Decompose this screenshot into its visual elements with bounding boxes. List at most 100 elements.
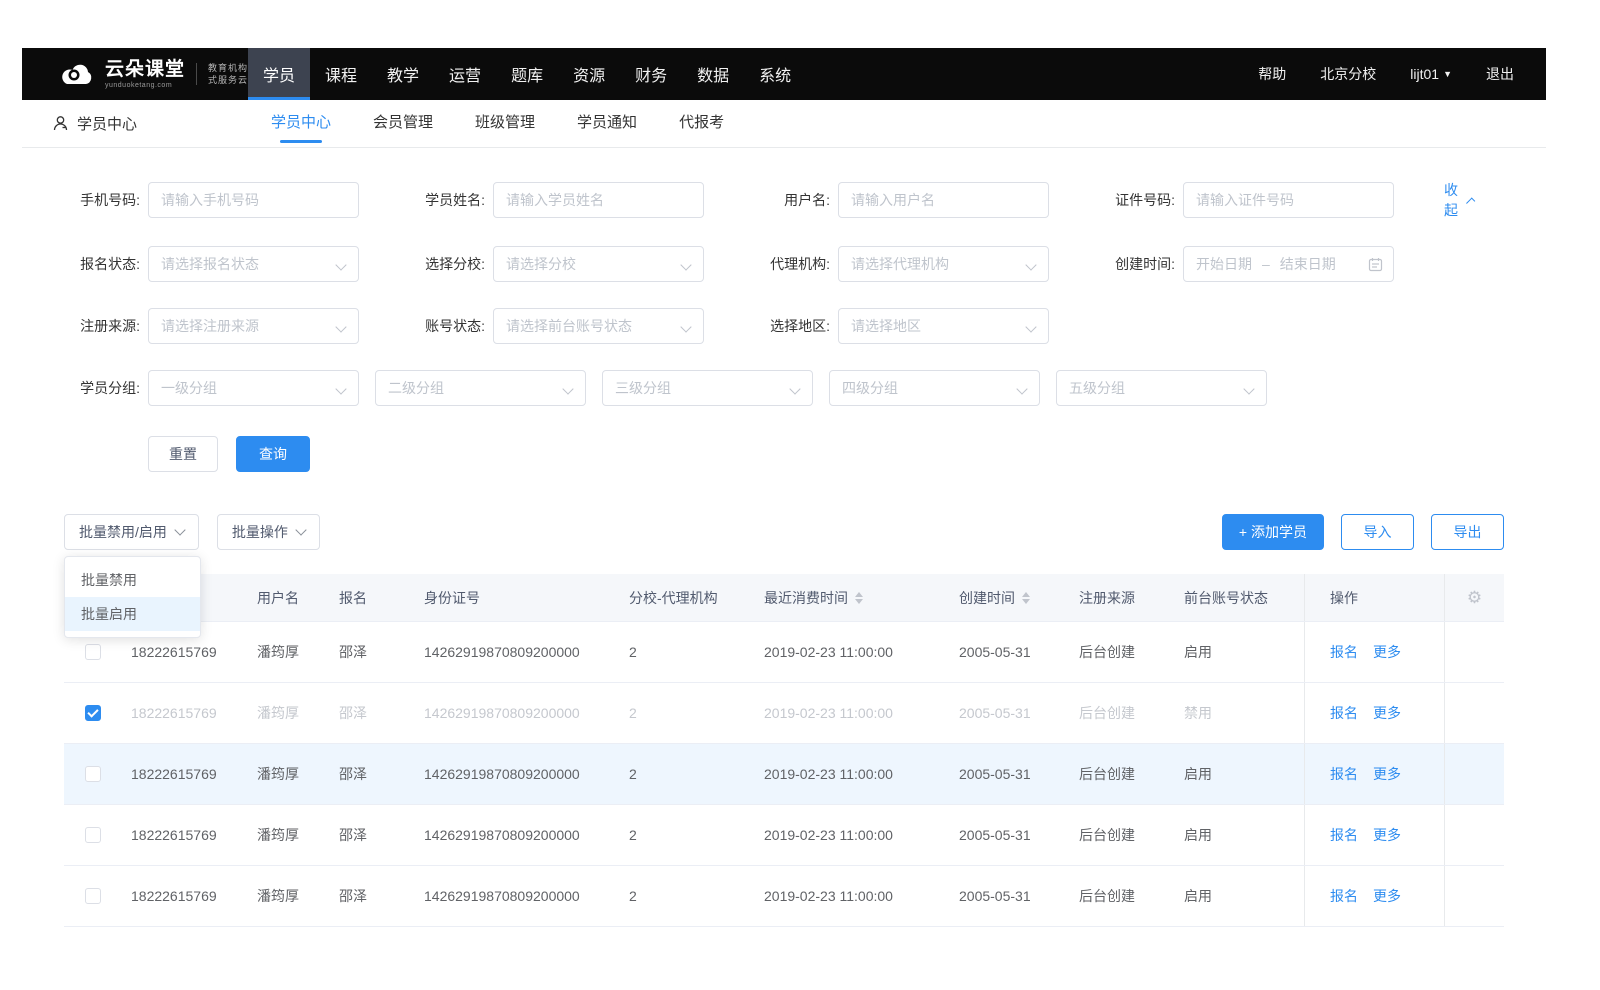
row-checkbox[interactable] — [85, 705, 101, 721]
enroll-link[interactable]: 报名 — [1330, 825, 1358, 845]
collapse-filters-link[interactable]: 收起 — [1444, 180, 1473, 220]
batch-toggle-dropdown[interactable]: 批量禁用/启用 — [64, 514, 199, 550]
more-link[interactable]: 更多 — [1373, 703, 1401, 723]
more-link[interactable]: 更多 — [1373, 642, 1401, 662]
enroll-status-select[interactable]: 请选择报名状态 — [148, 246, 359, 282]
phone-input[interactable]: 请输入手机号码 — [148, 182, 359, 218]
nav-item-数据[interactable]: 数据 — [682, 48, 744, 100]
cell-idcard: 14262919870809200000 — [424, 683, 629, 743]
tab-学员通知[interactable]: 学员通知 — [556, 100, 658, 148]
region-select[interactable]: 请选择地区 — [838, 308, 1049, 344]
row-checkbox[interactable] — [85, 644, 101, 660]
branch-school-select[interactable]: 请选择分校 — [493, 246, 704, 282]
cloud-logo-icon — [60, 61, 96, 87]
group-select-level-5[interactable]: 五级分组 — [1056, 370, 1267, 406]
batch-ops-dropdown[interactable]: 批量操作 — [217, 514, 320, 550]
group-select-level-1[interactable]: 一级分组 — [148, 370, 359, 406]
student-name-input[interactable]: 请输入学员姓名 — [493, 182, 704, 218]
more-link[interactable]: 更多 — [1373, 825, 1401, 845]
group-select-level-3[interactable]: 三级分组 — [602, 370, 813, 406]
nav-item-系统[interactable]: 系统 — [744, 48, 806, 100]
nav-item-财务[interactable]: 财务 — [620, 48, 682, 100]
header-settings[interactable]: ⚙ — [1444, 574, 1504, 621]
student-group-label: 学员分组: — [64, 378, 140, 398]
create-time-date-range[interactable]: 开始日期–结束日期 — [1183, 246, 1394, 282]
import-button[interactable]: 导入 — [1341, 514, 1414, 550]
filter-field-account-status: 账号状态:请选择前台账号状态 — [409, 308, 754, 344]
sort-icon[interactable] — [1022, 592, 1030, 604]
user-menu[interactable]: lijt01 ▼ — [1410, 66, 1452, 82]
filter-field-region: 选择地区:请选择地区 — [754, 308, 1099, 344]
tab-代报考[interactable]: 代报考 — [658, 100, 745, 148]
cell-branch: 2 — [629, 683, 764, 743]
cell-consume: 2019-02-23 11:00:00 — [764, 805, 959, 865]
gear-icon[interactable]: ⚙ — [1467, 588, 1482, 608]
register-source-select[interactable]: 请选择注册来源 — [148, 308, 359, 344]
cell-source: 后台创建 — [1079, 866, 1184, 926]
group-select-level-2[interactable]: 二级分组 — [375, 370, 586, 406]
table-toolbar: 批量禁用/启用 批量操作 + 添加学员 导入 导出 批量禁用批量启用 — [64, 514, 1504, 550]
cell-consume: 2019-02-23 11:00:00 — [764, 683, 959, 743]
date-end-placeholder: 结束日期 — [1280, 254, 1336, 274]
tab-班级管理[interactable]: 班级管理 — [454, 100, 556, 148]
main-nav: 学员课程教学运营题库资源财务数据系统 — [248, 48, 806, 100]
placeholder-text: 请输入手机号码 — [161, 190, 259, 210]
header-consume[interactable]: 最近消费时间 — [764, 574, 959, 621]
cell-status: 启用 — [1184, 622, 1304, 682]
table-row: 18222615769潘筠厚邵泽142629198708092000002201… — [64, 621, 1504, 682]
filter-label-id-number: 证件号码: — [1099, 190, 1175, 210]
cell-status: 启用 — [1184, 866, 1304, 926]
help-link[interactable]: 帮助 — [1258, 64, 1286, 84]
enroll-link[interactable]: 报名 — [1330, 764, 1358, 784]
logout-link[interactable]: 退出 — [1486, 64, 1514, 84]
menu-item-批量禁用[interactable]: 批量禁用 — [65, 563, 200, 597]
tab-会员管理[interactable]: 会员管理 — [352, 100, 454, 148]
filter-label-branch-school: 选择分校: — [409, 254, 485, 274]
cell-source: 后台创建 — [1079, 622, 1184, 682]
more-link[interactable]: 更多 — [1373, 886, 1401, 906]
filter-label-student-name: 学员姓名: — [409, 190, 485, 210]
cell-username: 潘筠厚 — [257, 744, 339, 804]
reset-button[interactable]: 重置 — [148, 436, 218, 472]
cell-gear-spacer — [1444, 866, 1504, 926]
menu-item-批量启用[interactable]: 批量启用 — [65, 597, 200, 631]
sort-icon[interactable] — [855, 592, 863, 604]
row-checkbox[interactable] — [85, 888, 101, 904]
row-checkbox[interactable] — [85, 827, 101, 843]
nav-item-课程[interactable]: 课程 — [310, 48, 372, 100]
agency-select[interactable]: 请选择代理机构 — [838, 246, 1049, 282]
placeholder-text: 请选择前台账号状态 — [506, 316, 632, 336]
nav-item-题库[interactable]: 题库 — [496, 48, 558, 100]
header-created[interactable]: 创建时间 — [959, 574, 1079, 621]
nav-item-运营[interactable]: 运营 — [434, 48, 496, 100]
group-select-level-4[interactable]: 四级分组 — [829, 370, 1040, 406]
cell-ops: 报名更多 — [1304, 805, 1444, 865]
enroll-link[interactable]: 报名 — [1330, 703, 1358, 723]
toolbar-right: + 添加学员 导入 导出 — [1222, 514, 1504, 550]
account-status-select[interactable]: 请选择前台账号状态 — [493, 308, 704, 344]
more-link[interactable]: 更多 — [1373, 764, 1401, 784]
search-button[interactable]: 查询 — [236, 436, 310, 472]
cell-created: 2005-05-31 — [959, 866, 1079, 926]
header-source: 注册来源 — [1079, 574, 1184, 621]
row-checkbox-cell — [64, 744, 131, 804]
branch-link[interactable]: 北京分校 — [1320, 64, 1376, 84]
row-checkbox[interactable] — [85, 766, 101, 782]
tab-学员中心[interactable]: 学员中心 — [250, 100, 352, 148]
add-student-button[interactable]: + 添加学员 — [1222, 514, 1324, 550]
username-input[interactable]: 请输入用户名 — [838, 182, 1049, 218]
header-enroll: 报名 — [339, 574, 424, 621]
header-consume-label: 最近消费时间 — [764, 588, 848, 608]
id-number-input[interactable]: 请输入证件号码 — [1183, 182, 1394, 218]
nav-item-资源[interactable]: 资源 — [558, 48, 620, 100]
chevron-down-icon — [680, 321, 691, 332]
nav-item-教学[interactable]: 教学 — [372, 48, 434, 100]
filter-field-student-name: 学员姓名: 请输入学员姓名 — [409, 182, 754, 218]
page: 云朵课堂 yunduoketang.com 教育机构一站 式服务云平台 学员课程… — [0, 0, 1600, 990]
enroll-link[interactable]: 报名 — [1330, 886, 1358, 906]
nav-item-学员[interactable]: 学员 — [248, 48, 310, 100]
cell-branch: 2 — [629, 744, 764, 804]
export-button[interactable]: 导出 — [1431, 514, 1504, 550]
filter-field-phone: 手机号码:请输入手机号码 — [64, 182, 409, 218]
enroll-link[interactable]: 报名 — [1330, 642, 1358, 662]
